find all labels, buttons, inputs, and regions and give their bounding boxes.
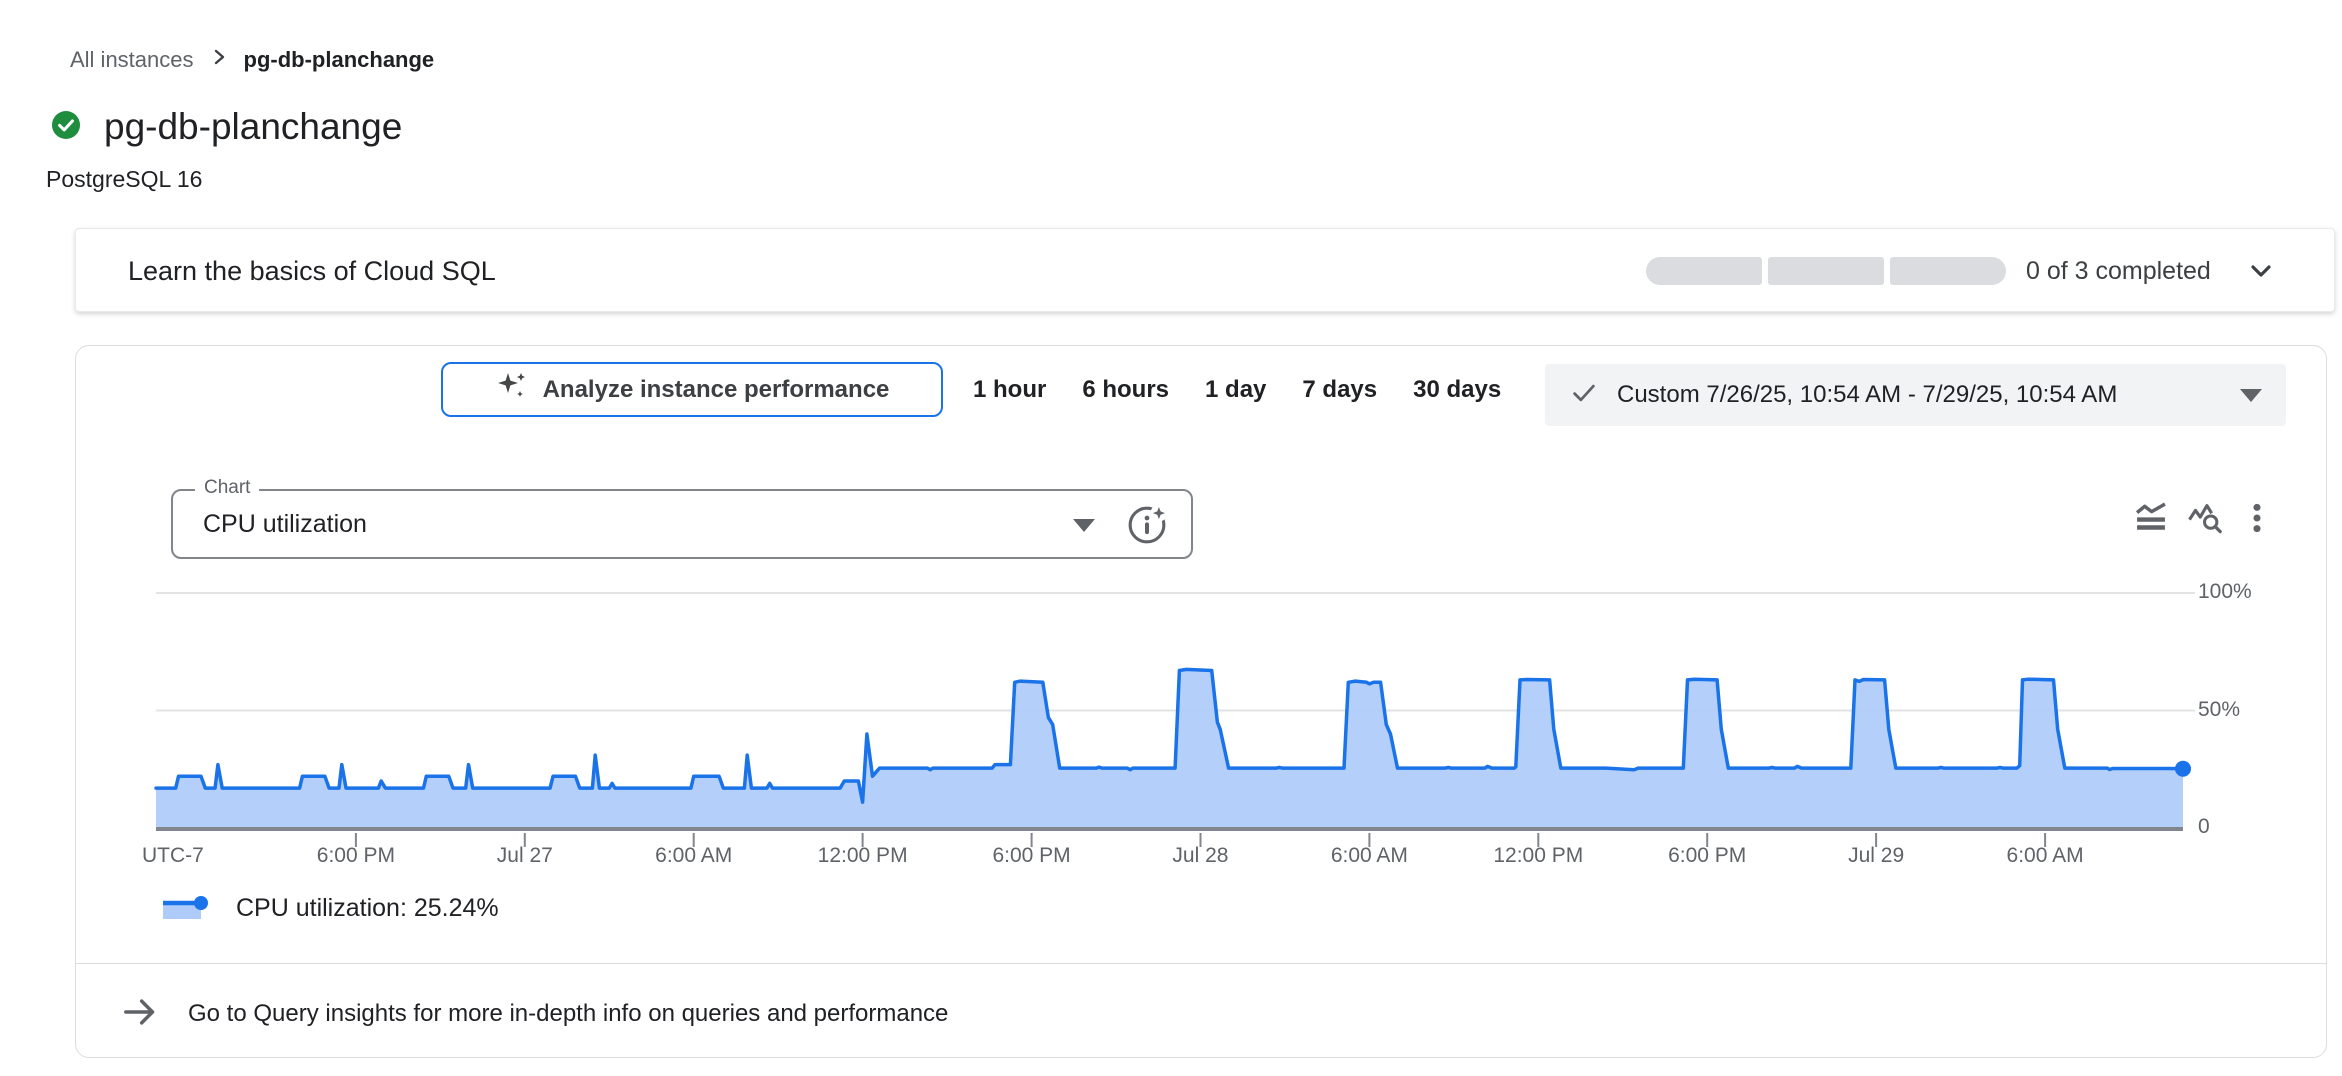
monitoring-card: Analyze instance performance 1 hour 6 ho… — [75, 345, 2327, 1058]
expand-learn-card-button[interactable] — [2246, 256, 2276, 291]
x-axis-tick-label: 6:00 PM — [286, 844, 426, 868]
learn-basics-title: Learn the basics of Cloud SQL — [128, 229, 496, 313]
x-axis-tick-label: 6:00 AM — [1299, 844, 1439, 868]
x-axis-tick-label: 12:00 PM — [793, 844, 933, 868]
page-title: pg-db-planchange — [104, 106, 402, 148]
x-axis-tick-label: Jul 28 — [1130, 844, 1270, 868]
progress-segment — [1890, 257, 2006, 285]
learn-basics-card: Learn the basics of Cloud SQL 0 of 3 com… — [75, 228, 2335, 312]
x-axis-tick-label: 6:00 AM — [1975, 844, 2115, 868]
x-axis-tick-label: 6:00 AM — [624, 844, 764, 868]
x-axis-tick-label: 6:00 PM — [1637, 844, 1777, 868]
chevron-right-icon — [208, 46, 230, 74]
query-insights-link-text: Go to Query insights for more in-depth i… — [188, 1000, 948, 1028]
y-axis-tick-label: 0 — [2198, 815, 2288, 839]
y-axis-tick-label: 50% — [2198, 698, 2288, 722]
database-version-label: PostgreSQL 16 — [46, 166, 202, 193]
legend-item-cpu-utilization[interactable]: CPU utilization: 25.24% — [162, 889, 499, 928]
x-axis-tick-label: Jul 29 — [1806, 844, 1946, 868]
timezone-label: UTC-7 — [142, 844, 204, 868]
legend-label: CPU utilization: 25.24% — [236, 894, 499, 923]
x-axis-tick-label: 12:00 PM — [1468, 844, 1608, 868]
status-check-circle-icon — [50, 109, 82, 146]
card-divider — [76, 963, 2326, 964]
x-axis-tick-label: 6:00 PM — [962, 844, 1102, 868]
instance-header: pg-db-planchange — [50, 106, 402, 148]
y-axis-tick-label: 100% — [2198, 580, 2288, 604]
cloud-sql-instance-page: All instances pg-db-planchange pg-db-pla… — [0, 0, 2342, 1076]
breadcrumb-current: pg-db-planchange — [244, 47, 435, 73]
query-insights-link[interactable]: Go to Query insights for more in-depth i… — [118, 982, 948, 1046]
progress-segment — [1768, 257, 1884, 285]
breadcrumb: All instances pg-db-planchange — [70, 46, 434, 74]
cpu-utilization-chart[interactable] — [76, 346, 2328, 966]
arrow-right-icon — [120, 992, 160, 1037]
progress-bar — [1646, 257, 2006, 285]
x-axis-tick-label: Jul 27 — [455, 844, 595, 868]
progress-segment — [1646, 257, 1762, 285]
breadcrumb-all-instances[interactable]: All instances — [70, 47, 194, 73]
progress-label: 0 of 3 completed — [2026, 229, 2211, 313]
legend-series-swatch-icon — [162, 889, 210, 928]
